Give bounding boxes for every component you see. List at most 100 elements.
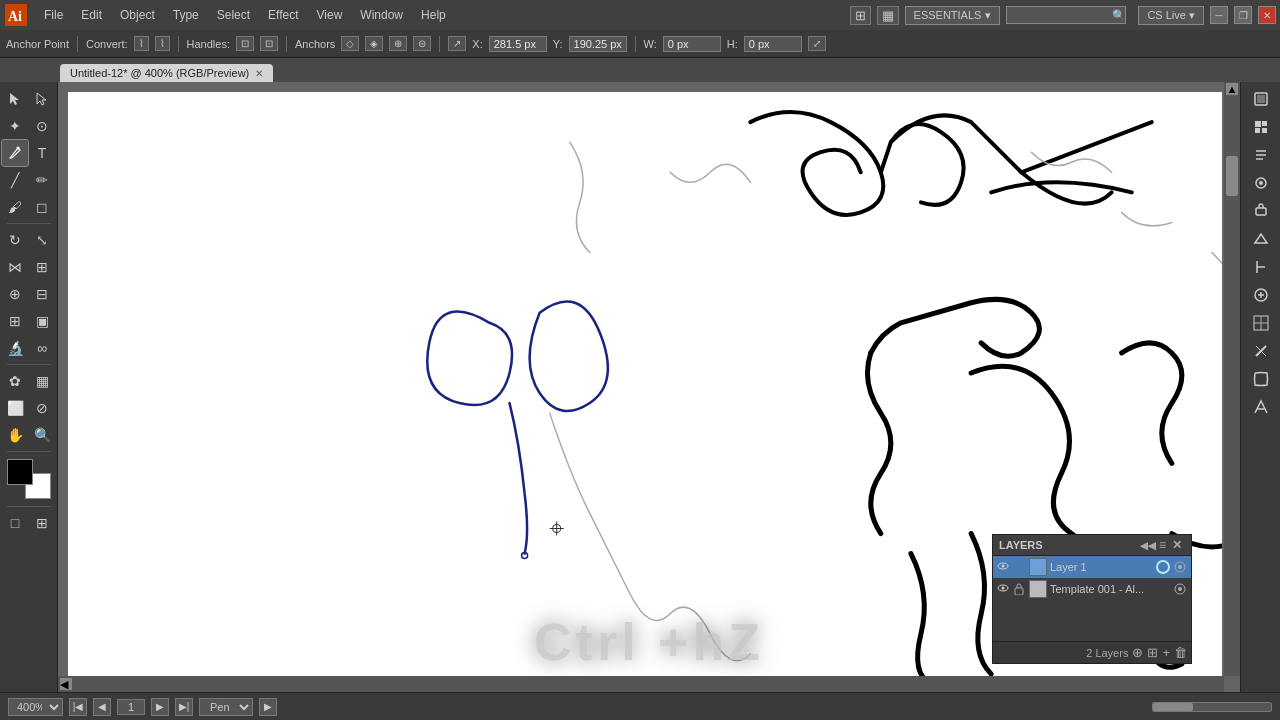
right-panel-btn-12[interactable] [1248,394,1274,420]
layer-row-1[interactable]: Layer 1 [993,556,1191,578]
menu-help[interactable]: Help [413,4,454,26]
page-number-input[interactable] [117,699,145,715]
menu-edit[interactable]: Edit [73,4,110,26]
h-input[interactable] [744,36,802,52]
handles-btn1[interactable]: ⊡ [236,36,254,51]
right-panel-btn-8[interactable] [1248,282,1274,308]
document-tab[interactable]: Untitled-12* @ 400% (RGB/Preview) ✕ [60,64,273,82]
right-panel-btn-1[interactable] [1248,86,1274,112]
menu-file[interactable]: File [36,4,71,26]
chart-btn[interactable]: ▦ [29,368,55,394]
layers-menu-btn[interactable]: ≡ [1156,538,1169,552]
perspective-btn[interactable]: ⊟ [29,281,55,307]
anchors-btn3[interactable]: ⊕ [389,36,407,51]
y-input[interactable] [569,36,627,52]
make-clip-mask-btn[interactable]: ⊕ [1132,645,1143,660]
vertical-scrollbar[interactable]: ▲ [1224,82,1240,676]
delete-layer-btn[interactable]: 🗑 [1174,645,1187,660]
eraser-btn[interactable]: ◻ [29,194,55,220]
selection-tool-btn[interactable] [2,86,28,112]
rotate-btn[interactable]: ↻ [2,227,28,253]
paintbrush-btn[interactable]: 🖌 [2,194,28,220]
create-new-sublayer-btn[interactable]: ⊞ [1147,645,1158,660]
pencil-tool-btn[interactable]: ✏ [29,167,55,193]
essentials-btn[interactable]: ESSENTIALS ▾ [905,6,1001,25]
fullscreen-btn[interactable]: ⊞ [29,510,55,536]
artboard-btn[interactable]: ⬜ [2,395,28,421]
color-selector[interactable] [7,459,51,499]
screen-mode-btn2[interactable]: □ [2,510,28,536]
right-panel-btn-4[interactable] [1248,170,1274,196]
zoom-tool-btn[interactable]: 🔍 [29,422,55,448]
horizontal-scrollbar[interactable]: ◀ [58,676,1224,692]
convert-btn2[interactable]: ⌇ [155,36,170,51]
direct-select-tool-btn[interactable] [29,86,55,112]
screen-mode-btn[interactable]: ▦ [877,6,899,25]
right-panel-btn-11[interactable] [1248,366,1274,392]
right-panel-btn-3[interactable] [1248,142,1274,168]
gradient-btn[interactable]: ▣ [29,308,55,334]
minimize-btn[interactable]: ─ [1210,6,1228,24]
pen-tool-btn[interactable] [2,140,28,166]
zoom-select[interactable]: 400% [8,698,63,716]
layer-row-2[interactable]: Template 001 - Al... [993,578,1191,600]
close-btn[interactable]: ✕ [1258,6,1276,24]
shape-builder-btn[interactable]: ⊕ [2,281,28,307]
tool-mode-arrow-btn[interactable]: ▶ [259,698,277,716]
slice-btn[interactable]: ⊘ [29,395,55,421]
lasso-btn[interactable]: ⊙ [29,113,55,139]
layer-visibility-1[interactable] [997,560,1011,574]
mesh-btn[interactable]: ⊞ [2,308,28,334]
menu-view[interactable]: View [309,4,351,26]
w-input[interactable] [663,36,721,52]
transform-options-btn[interactable]: ⤢ [808,36,826,51]
right-panel-btn-2[interactable] [1248,114,1274,140]
prev-page-btn[interactable]: ◀ [93,698,111,716]
eyedropper-btn[interactable]: 🔬 [2,335,28,361]
menu-effect[interactable]: Effect [260,4,306,26]
anchors-btn4[interactable]: ⊖ [413,36,431,51]
magic-wand-btn[interactable]: ✦ [2,113,28,139]
hand-btn[interactable]: ✋ [2,422,28,448]
convert-btn1[interactable]: ⌇ [134,36,149,51]
restore-btn[interactable]: ❐ [1234,6,1252,24]
right-panel-btn-7[interactable] [1248,254,1274,280]
line-tool-btn[interactable]: ╱ [2,167,28,193]
handles-btn2[interactable]: ⊡ [260,36,278,51]
anchors-btn2[interactable]: ◈ [365,36,383,51]
right-panel-btn-6[interactable] [1248,226,1274,252]
blend-btn[interactable]: ∞ [29,335,55,361]
warp-btn[interactable]: ⋈ [2,254,28,280]
scroll-up-btn[interactable]: ▲ [1226,83,1238,95]
tool-mode-select[interactable]: Pen [199,698,253,716]
menu-object[interactable]: Object [112,4,163,26]
last-page-btn[interactable]: ▶| [175,698,193,716]
menu-type[interactable]: Type [165,4,207,26]
scale-btn[interactable]: ⤡ [29,227,55,253]
status-scrollbar[interactable] [1152,702,1272,712]
x-input[interactable] [489,36,547,52]
tab-close-btn[interactable]: ✕ [255,68,263,79]
symbol-btn[interactable]: ✿ [2,368,28,394]
right-panel-btn-5[interactable] [1248,198,1274,224]
cs-live-btn[interactable]: CS Live ▾ [1138,6,1204,25]
anchors-btn1[interactable]: ◇ [341,36,359,51]
first-page-btn[interactable]: |◀ [69,698,87,716]
layers-collapse-btn[interactable]: ◀◀ [1140,540,1156,551]
create-new-layer-btn[interactable]: + [1162,645,1170,660]
scroll-thumb[interactable] [1226,156,1238,196]
foreground-color-box[interactable] [7,459,33,485]
status-scroll-thumb[interactable] [1153,703,1193,711]
type-tool-btn[interactable]: T [29,140,55,166]
search-input[interactable] [1006,6,1126,24]
artboard-mode-btn[interactable]: ⊞ [850,6,871,25]
right-panel-btn-10[interactable] [1248,338,1274,364]
arrow-transform-btn[interactable]: ↗ [448,36,466,51]
layer-visibility-2[interactable] [997,582,1011,596]
menu-select[interactable]: Select [209,4,258,26]
free-transform-btn[interactable]: ⊞ [29,254,55,280]
right-panel-btn-9[interactable] [1248,310,1274,336]
scroll-left-btn[interactable]: ◀ [60,678,72,690]
next-page-btn[interactable]: ▶ [151,698,169,716]
menu-window[interactable]: Window [352,4,411,26]
